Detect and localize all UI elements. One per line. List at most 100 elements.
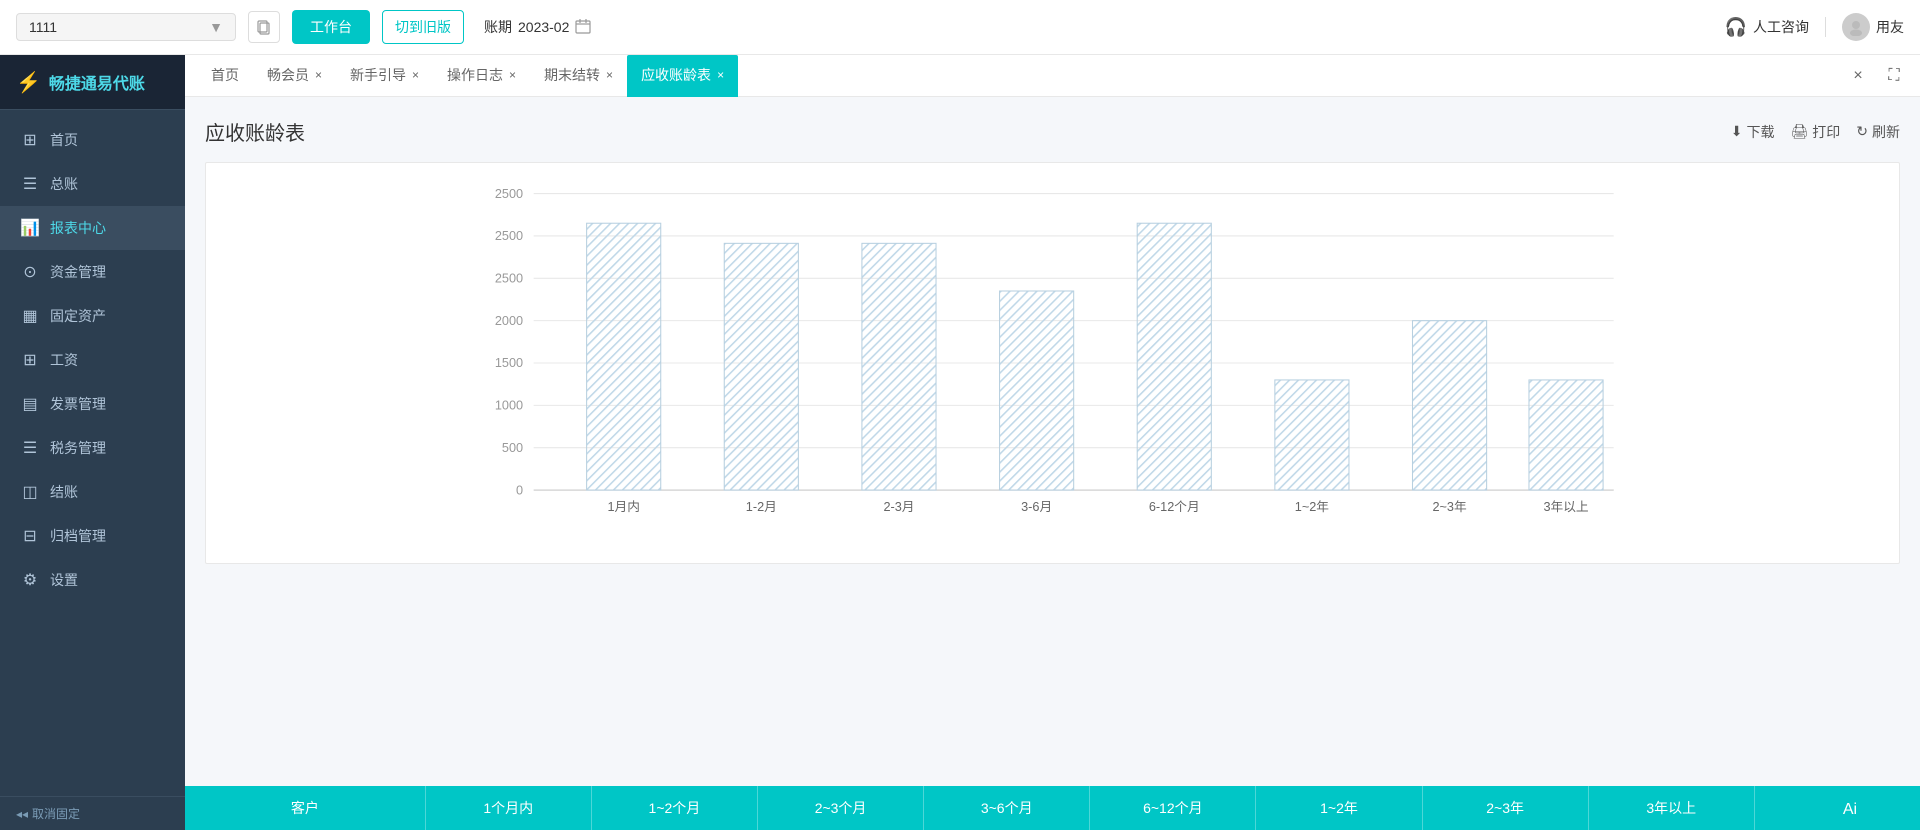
tab-close-guide[interactable]: × bbox=[412, 68, 419, 82]
top-bar-actions: 工作台 切到旧版 账期 2023-02 bbox=[248, 10, 591, 44]
sidebar-icon-tax: ☰ bbox=[20, 438, 40, 458]
period-info: 账期 2023-02 bbox=[484, 17, 591, 37]
sidebar-icon-home: ⊞ bbox=[20, 130, 40, 150]
tab-member[interactable]: 畅会员 × bbox=[253, 55, 336, 97]
sidebar-icon-salary: ⊞ bbox=[20, 350, 40, 370]
avatar bbox=[1842, 13, 1870, 41]
table-col-1个月内: 1个月内 bbox=[426, 786, 592, 830]
sidebar-logo: ⚡ 畅捷通易代账 bbox=[0, 55, 185, 110]
table-col-1~2年: 1~2年 bbox=[1256, 786, 1422, 830]
svg-text:6-12个月: 6-12个月 bbox=[1149, 500, 1200, 514]
sidebar-icon-checkout: ◫ bbox=[20, 482, 40, 502]
sidebar-item-ledger[interactable]: ☰ 总账 bbox=[0, 162, 185, 206]
service-label: 人工咨询 bbox=[1753, 17, 1809, 37]
sidebar-label-invoice: 发票管理 bbox=[50, 394, 106, 414]
user-info[interactable]: 用友 bbox=[1842, 13, 1904, 41]
top-bar: 1111 ▼ 工作台 切到旧版 账期 2023-02 bbox=[0, 0, 1920, 55]
user-service[interactable]: 🎧 人工咨询 bbox=[1725, 17, 1809, 38]
switch-version-button[interactable]: 切到旧版 bbox=[382, 10, 464, 44]
download-button[interactable]: ⬇ 下载 bbox=[1731, 122, 1775, 142]
tab-close-oplog[interactable]: × bbox=[509, 68, 516, 82]
tab-label-guide: 新手引导 bbox=[350, 65, 406, 85]
tab-guide[interactable]: 新手引导 × bbox=[336, 55, 433, 97]
print-button[interactable]: 🖨 打印 bbox=[1790, 122, 1840, 142]
sidebar-item-settings[interactable]: ⚙ 设置 bbox=[0, 558, 185, 602]
svg-text:2500: 2500 bbox=[495, 272, 523, 286]
chart-svg: 2500 2500 2500 2000 1500 1000 500 0 bbox=[226, 183, 1879, 543]
sidebar-item-salary[interactable]: ⊞ 工资 bbox=[0, 338, 185, 382]
svg-text:1~2年: 1~2年 bbox=[1295, 500, 1330, 514]
period-label: 账期 bbox=[484, 17, 512, 37]
svg-text:1000: 1000 bbox=[495, 399, 523, 413]
sidebar-label-salary: 工资 bbox=[50, 350, 78, 370]
cancel-fixed-button[interactable]: ◂◂ 取消固定 bbox=[0, 796, 185, 830]
refresh-button[interactable]: ↻ 刷新 bbox=[1856, 122, 1900, 142]
close-all-tabs-button[interactable]: × bbox=[1844, 62, 1872, 90]
tabs-bar: 首页畅会员 ×新手引导 ×操作日志 ×期末结转 ×应收账龄表 × × ⛶ bbox=[185, 55, 1920, 97]
ai-label: Ai bbox=[1843, 801, 1857, 819]
expand-button[interactable]: ⛶ bbox=[1880, 62, 1908, 90]
sidebar-nav: ⊞ 首页 ☰ 总账 📊 报表中心 ⊙ 资金管理 ▦ 固定资产 ⊞ 工资 ▤ 发票… bbox=[0, 110, 185, 796]
sidebar-item-fixed[interactable]: ▦ 固定资产 bbox=[0, 294, 185, 338]
sidebar-label-archive: 归档管理 bbox=[50, 526, 106, 546]
sidebar-label-settings: 设置 bbox=[50, 570, 78, 590]
sidebar-icon-archive: ⊟ bbox=[20, 526, 40, 546]
company-selector[interactable]: 1111 ▼ bbox=[16, 13, 236, 41]
tab-close-aging[interactable]: × bbox=[717, 68, 724, 82]
tab-close-period_end[interactable]: × bbox=[606, 68, 613, 82]
ai-bar[interactable]: Ai bbox=[1780, 790, 1920, 830]
table-col-2~3年: 2~3年 bbox=[1423, 786, 1589, 830]
sidebar-label-tax: 税务管理 bbox=[50, 438, 106, 458]
sidebar-item-fund[interactable]: ⊙ 资金管理 bbox=[0, 250, 185, 294]
svg-text:1500: 1500 bbox=[495, 356, 523, 370]
top-bar-left: 1111 ▼ 工作台 切到旧版 账期 2023-02 bbox=[16, 10, 1725, 44]
page-header: 应收账龄表 ⬇ 下载 🖨 打印 ↻ 刷新 bbox=[205, 117, 1900, 146]
table-col-6~12个月: 6~12个月 bbox=[1090, 786, 1256, 830]
sidebar-icon-reports: 📊 bbox=[20, 218, 40, 238]
page-content: 应收账龄表 ⬇ 下载 🖨 打印 ↻ 刷新 bbox=[185, 97, 1920, 786]
cancel-fixed-icon: ◂◂ bbox=[16, 807, 28, 821]
tab-aging[interactable]: 应收账龄表 × bbox=[627, 55, 738, 97]
user-label: 用友 bbox=[1876, 17, 1904, 37]
table-col-2~3个月: 2~3个月 bbox=[758, 786, 924, 830]
content-area: 首页畅会员 ×新手引导 ×操作日志 ×期末结转 ×应收账龄表 × × ⛶ 应收账… bbox=[185, 55, 1920, 830]
divider bbox=[1825, 17, 1826, 37]
table-header: 客户1个月内1~2个月2~3个月3~6个月6~12个月1~2年2~3年3年以上合… bbox=[185, 786, 1920, 830]
company-name: 1111 bbox=[29, 19, 201, 35]
calendar-icon[interactable] bbox=[575, 18, 591, 37]
svg-text:0: 0 bbox=[516, 483, 523, 497]
svg-text:2-3月: 2-3月 bbox=[883, 500, 914, 514]
sidebar-item-invoice[interactable]: ▤ 发票管理 bbox=[0, 382, 185, 426]
tab-label-home: 首页 bbox=[211, 65, 239, 85]
tab-home[interactable]: 首页 bbox=[197, 55, 253, 97]
page-actions: ⬇ 下载 🖨 打印 ↻ 刷新 bbox=[1731, 122, 1900, 142]
sidebar-icon-fixed: ▦ bbox=[20, 306, 40, 326]
main-area: ⚡ 畅捷通易代账 ⊞ 首页 ☰ 总账 📊 报表中心 ⊙ 资金管理 ▦ 固定资产 … bbox=[0, 55, 1920, 830]
logo-text: 畅捷通易代账 bbox=[49, 70, 145, 94]
download-icon: ⬇ bbox=[1731, 123, 1743, 140]
workbench-button[interactable]: 工作台 bbox=[292, 10, 370, 44]
table-col-3~6个月: 3~6个月 bbox=[924, 786, 1090, 830]
tab-label-oplog: 操作日志 bbox=[447, 65, 503, 85]
tab-period_end[interactable]: 期末结转 × bbox=[530, 55, 627, 97]
tabs-right: × ⛶ bbox=[1844, 62, 1908, 90]
top-bar-right: 🎧 人工咨询 用友 bbox=[1725, 13, 1904, 41]
sidebar-label-reports: 报表中心 bbox=[50, 218, 106, 238]
table-header-row: 客户1个月内1~2个月2~3个月3~6个月6~12个月1~2年2~3年3年以上合… bbox=[185, 786, 1920, 830]
tab-oplog[interactable]: 操作日志 × bbox=[433, 55, 530, 97]
sidebar-item-checkout[interactable]: ◫ 结账 bbox=[0, 470, 185, 514]
tab-close-member[interactable]: × bbox=[315, 68, 322, 82]
sidebar-item-reports[interactable]: 📊 报表中心 bbox=[0, 206, 185, 250]
sidebar-item-archive[interactable]: ⊟ 归档管理 bbox=[0, 514, 185, 558]
sidebar: ⚡ 畅捷通易代账 ⊞ 首页 ☰ 总账 📊 报表中心 ⊙ 资金管理 ▦ 固定资产 … bbox=[0, 55, 185, 830]
table-col-3年以上: 3年以上 bbox=[1589, 786, 1755, 830]
sidebar-icon-ledger: ☰ bbox=[20, 174, 40, 194]
company-arrow-icon: ▼ bbox=[209, 19, 223, 35]
sidebar-item-tax[interactable]: ☰ 税务管理 bbox=[0, 426, 185, 470]
sidebar-item-home[interactable]: ⊞ 首页 bbox=[0, 118, 185, 162]
copy-icon-button[interactable] bbox=[248, 11, 280, 43]
sidebar-label-home: 首页 bbox=[50, 130, 78, 150]
svg-text:1月内: 1月内 bbox=[607, 500, 639, 514]
print-label: 打印 bbox=[1812, 122, 1840, 142]
sidebar-label-fund: 资金管理 bbox=[50, 262, 106, 282]
